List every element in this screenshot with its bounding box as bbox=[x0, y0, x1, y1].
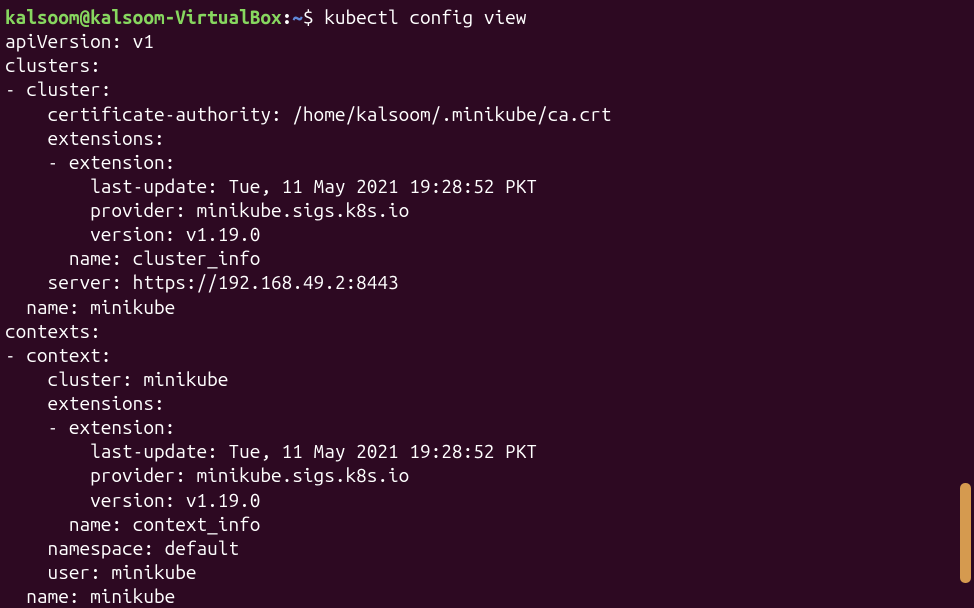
output-line: version: v1.19.0 bbox=[5, 222, 969, 246]
prompt-separator: : bbox=[282, 6, 293, 28]
output-line: - extension: bbox=[5, 150, 969, 174]
prompt-dollar: $ bbox=[303, 6, 314, 28]
output-line: certificate-authority: /home/kalsoom/.mi… bbox=[5, 102, 969, 126]
output-line: clusters: bbox=[5, 53, 969, 77]
output-line: name: minikube bbox=[5, 584, 969, 608]
output-line: - extension: bbox=[5, 415, 969, 439]
prompt-path: ~ bbox=[292, 6, 303, 28]
output-line: - cluster: bbox=[5, 77, 969, 101]
output-line: apiVersion: v1 bbox=[5, 29, 969, 53]
output-line: name: context_info bbox=[5, 512, 969, 536]
output-line: provider: minikube.sigs.k8s.io bbox=[5, 463, 969, 487]
scrollbar-thumb[interactable] bbox=[960, 483, 971, 583]
output-line: name: minikube bbox=[5, 295, 969, 319]
output-line: contexts: bbox=[5, 319, 969, 343]
output-line: name: cluster_info bbox=[5, 246, 969, 270]
output-line: provider: minikube.sigs.k8s.io bbox=[5, 198, 969, 222]
output-line: last-update: Tue, 11 May 2021 19:28:52 P… bbox=[5, 174, 969, 198]
output-line: cluster: minikube bbox=[5, 367, 969, 391]
output-line: version: v1.19.0 bbox=[5, 488, 969, 512]
output-line: namespace: default bbox=[5, 536, 969, 560]
output-line: - context: bbox=[5, 343, 969, 367]
prompt-user-host: kalsoom@kalsoom-VirtualBox bbox=[5, 6, 282, 28]
output-line: last-update: Tue, 11 May 2021 19:28:52 P… bbox=[5, 439, 969, 463]
output-line: user: minikube bbox=[5, 560, 969, 584]
output-line: extensions: bbox=[5, 391, 969, 415]
output-line: server: https://192.168.49.2:8443 bbox=[5, 270, 969, 294]
prompt-line[interactable]: kalsoom@kalsoom-VirtualBox:~$ kubectl co… bbox=[5, 5, 969, 29]
command-input[interactable]: kubectl config view bbox=[314, 6, 527, 28]
output-line: extensions: bbox=[5, 126, 969, 150]
